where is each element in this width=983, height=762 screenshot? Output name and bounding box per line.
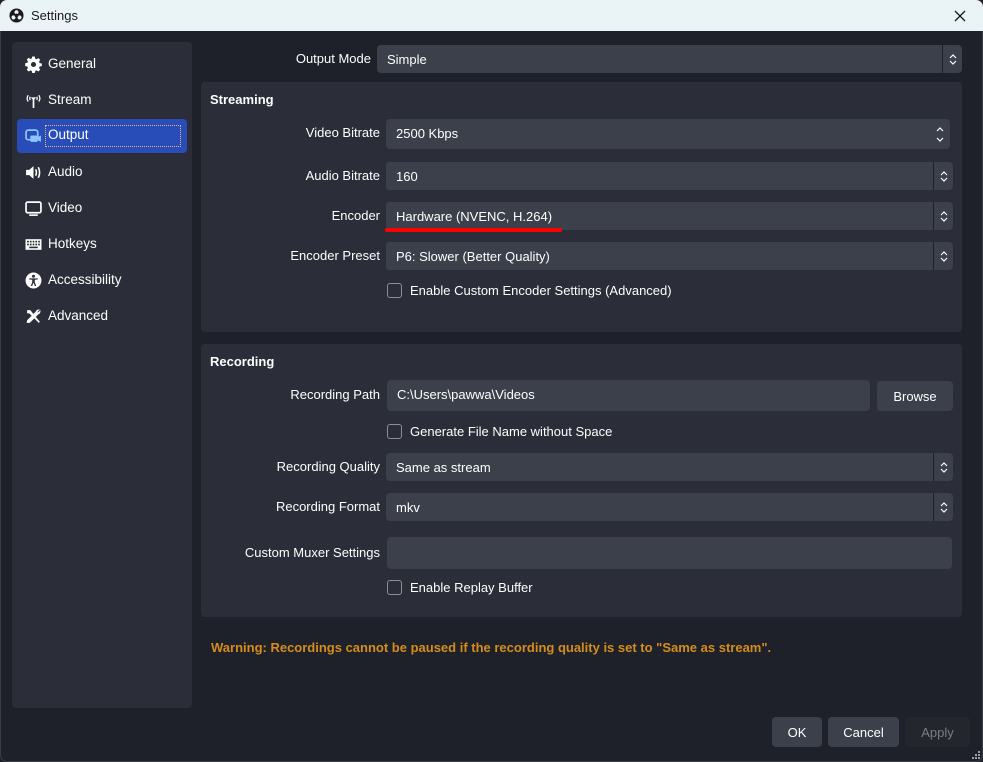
sidebar-item-accessibility[interactable]: Accessibility — [17, 263, 187, 297]
checkbox-box[interactable] — [387, 580, 402, 595]
chevron-down-icon — [940, 508, 947, 513]
recording-quality-value: Same as stream — [396, 460, 491, 475]
spin-buttons[interactable] — [930, 119, 950, 149]
no-space-label: Generate File Name without Space — [410, 424, 613, 439]
select-arrows — [933, 242, 953, 270]
chevron-up-icon — [940, 461, 947, 466]
sidebar-item-label: Advanced — [48, 308, 109, 323]
close-button[interactable] — [937, 0, 983, 31]
video-bitrate-label: Video Bitrate — [305, 125, 380, 140]
speaker-icon — [26, 166, 41, 179]
resize-grip-icon[interactable] — [972, 751, 980, 759]
audio-bitrate-label: Audio Bitrate — [305, 168, 380, 183]
sidebar-item-label: General — [48, 56, 97, 71]
custom-muxer-label: Custom Muxer Settings — [244, 545, 380, 560]
chevron-down-icon — [940, 257, 947, 262]
window-title: Settings — [31, 8, 78, 23]
encoder-label: Encoder — [331, 208, 380, 223]
recording-title: Recording — [210, 354, 275, 369]
chevron-up-icon[interactable] — [935, 126, 945, 132]
chevron-up-icon — [940, 250, 947, 255]
antenna-icon — [26, 94, 41, 108]
audio-bitrate-value: 160 — [396, 169, 418, 184]
chevron-up-icon — [949, 53, 956, 58]
apply-button[interactable]: Apply — [905, 717, 970, 747]
encoder-preset-value: P6: Slower (Better Quality) — [396, 249, 550, 264]
sidebar-item-advanced[interactable]: Advanced — [17, 299, 187, 333]
select-arrows — [933, 202, 953, 230]
chevron-down-icon — [940, 217, 947, 222]
custom-encoder-label: Enable Custom Encoder Settings (Advanced… — [410, 283, 672, 298]
sidebar-item-audio[interactable]: Audio — [17, 155, 187, 189]
video-bitrate-value: 2500 Kbps — [396, 126, 459, 141]
cancel-button[interactable]: Cancel — [828, 717, 899, 747]
sidebar-item-hotkeys[interactable]: Hotkeys — [17, 227, 187, 261]
encoder-value: Hardware (NVENC, H.264) — [396, 209, 553, 224]
gear-icon — [25, 56, 42, 73]
no-space-checkbox[interactable]: Generate File Name without Space — [387, 424, 612, 439]
sidebar-item-general[interactable]: General — [17, 47, 187, 81]
sidebar-item-label: Accessibility — [48, 272, 122, 287]
recording-path-input[interactable]: C:\Users\pawwa\Videos — [387, 380, 870, 411]
output-mode-select[interactable]: Simple — [377, 45, 962, 73]
select-arrows — [933, 162, 953, 190]
checkbox-box[interactable] — [387, 283, 402, 298]
obs-logo-icon — [9, 8, 24, 23]
sidebar-item-stream[interactable]: Stream — [17, 83, 187, 117]
chevron-down-icon[interactable] — [935, 137, 945, 143]
keyboard-icon — [25, 239, 42, 250]
chevron-up-icon — [940, 210, 947, 215]
warning-message: Warning: Recordings cannot be paused if … — [211, 640, 772, 655]
recording-path-label: Recording Path — [290, 387, 380, 402]
monitor-icon — [25, 201, 42, 216]
tools-icon — [26, 309, 41, 323]
sidebar-item-label: Audio — [48, 164, 83, 179]
chevron-up-icon — [940, 170, 947, 175]
close-icon — [954, 10, 966, 21]
select-arrows — [933, 453, 953, 481]
output-mode-label: Output Mode — [295, 51, 371, 66]
browse-button[interactable]: Browse — [877, 381, 953, 411]
red-annotation-underline — [385, 228, 562, 232]
replay-buffer-label: Enable Replay Buffer — [410, 580, 533, 595]
custom-muxer-input[interactable] — [387, 537, 952, 569]
audio-bitrate-select[interactable]: 160 — [386, 162, 953, 190]
sidebar-item-label: Hotkeys — [48, 236, 97, 251]
title-bar: Settings — [0, 0, 983, 31]
recording-path-value: C:\Users\pawwa\Videos — [397, 387, 535, 402]
video-bitrate-spinbox[interactable]: 2500 Kbps — [386, 119, 950, 149]
sidebar: General Stream Output Audio Video Hotkey… — [12, 42, 192, 708]
select-arrows — [942, 45, 962, 73]
chevron-down-icon — [949, 60, 956, 65]
sidebar-item-label: Stream — [48, 92, 92, 107]
sidebar-item-output[interactable]: Output — [17, 119, 187, 153]
chevron-down-icon — [940, 177, 947, 182]
accessibility-icon — [25, 272, 42, 289]
ok-button[interactable]: OK — [772, 717, 822, 747]
select-arrows — [933, 493, 953, 521]
recording-quality-label: Recording Quality — [276, 459, 380, 474]
output-icon — [25, 129, 41, 142]
streaming-title: Streaming — [210, 92, 274, 107]
sidebar-item-video[interactable]: Video — [17, 191, 187, 225]
custom-encoder-checkbox[interactable]: Enable Custom Encoder Settings (Advanced… — [387, 283, 672, 298]
encoder-select[interactable]: Hardware (NVENC, H.264) — [386, 202, 953, 230]
replay-buffer-checkbox[interactable]: Enable Replay Buffer — [387, 580, 533, 595]
chevron-up-icon — [940, 501, 947, 506]
recording-format-select[interactable]: mkv — [386, 493, 953, 521]
checkbox-box[interactable] — [387, 424, 402, 439]
sidebar-item-label: Output — [45, 125, 181, 147]
recording-quality-select[interactable]: Same as stream — [386, 453, 953, 481]
recording-format-label: Recording Format — [275, 499, 380, 514]
chevron-down-icon — [940, 468, 947, 473]
encoder-preset-label: Encoder Preset — [290, 248, 380, 263]
sidebar-item-label: Video — [48, 200, 83, 215]
recording-format-value: mkv — [396, 500, 420, 515]
output-mode-value: Simple — [387, 52, 427, 67]
encoder-preset-select[interactable]: P6: Slower (Better Quality) — [386, 242, 953, 270]
